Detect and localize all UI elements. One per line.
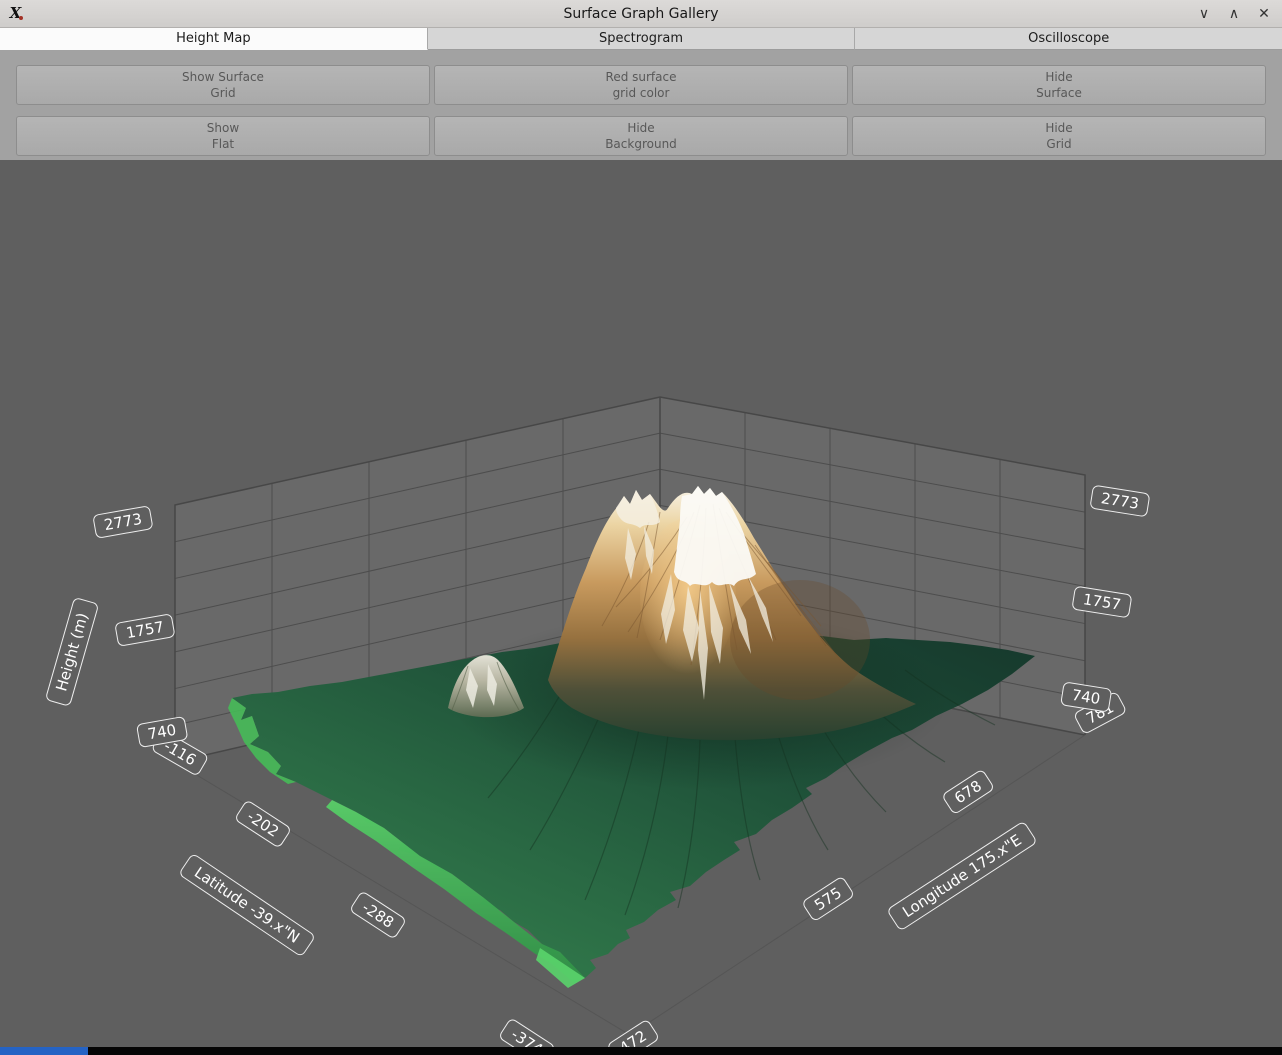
window-titlebar: X Surface Graph Gallery ∨ ∧ ✕ bbox=[0, 0, 1282, 28]
button-label-line1: Red surface bbox=[606, 69, 677, 85]
window-controls: ∨ ∧ ✕ bbox=[1194, 0, 1274, 28]
tab-height-map[interactable]: Height Map bbox=[0, 28, 428, 50]
button-label-line1: Hide bbox=[627, 120, 654, 136]
window-maximize-button[interactable]: ∧ bbox=[1224, 4, 1244, 24]
toggle-surface-grid-button[interactable]: Show Surface Grid bbox=[16, 65, 430, 105]
taskbar-strip-accent bbox=[0, 1047, 88, 1055]
tab-spectrogram[interactable]: Spectrogram bbox=[428, 28, 856, 50]
button-label-line1: Hide bbox=[1045, 120, 1072, 136]
button-label-line2: Grid bbox=[1046, 136, 1071, 152]
button-label-line2: Surface bbox=[1036, 85, 1082, 101]
button-label-line2: grid color bbox=[613, 85, 670, 101]
surface-3d-view[interactable]: -116 2773 1757 740 Height (m) 2773 1757 … bbox=[0, 160, 1282, 1047]
button-label-line1: Hide bbox=[1045, 69, 1072, 85]
tab-oscilloscope[interactable]: Oscilloscope bbox=[855, 28, 1282, 50]
button-label-line2: Grid bbox=[210, 85, 235, 101]
surface-grid-color-button[interactable]: Red surface grid color bbox=[434, 65, 848, 105]
taskbar-strip bbox=[0, 1047, 1282, 1055]
window-title: Surface Graph Gallery bbox=[0, 6, 1282, 22]
button-label-line1: Show Surface bbox=[182, 69, 264, 85]
tab-bar: Height Map Spectrogram Oscilloscope bbox=[0, 28, 1282, 50]
button-label-line2: Flat bbox=[212, 136, 234, 152]
toggle-background-button[interactable]: Hide Background bbox=[434, 116, 848, 156]
toggle-surface-button[interactable]: Hide Surface bbox=[852, 65, 1266, 105]
window-close-button[interactable]: ✕ bbox=[1254, 4, 1274, 24]
button-label-line2: Background bbox=[605, 136, 677, 152]
window-shade-button[interactable]: ∨ bbox=[1194, 4, 1214, 24]
toggle-grid-button[interactable]: Hide Grid bbox=[852, 116, 1266, 156]
toolbar: Show Surface Grid Red surface grid color… bbox=[0, 50, 1282, 160]
button-label-line1: Show bbox=[207, 120, 239, 136]
toggle-flat-shading-button[interactable]: Show Flat bbox=[16, 116, 430, 156]
app-window: X Surface Graph Gallery ∨ ∧ ✕ Height Map… bbox=[0, 0, 1282, 1055]
